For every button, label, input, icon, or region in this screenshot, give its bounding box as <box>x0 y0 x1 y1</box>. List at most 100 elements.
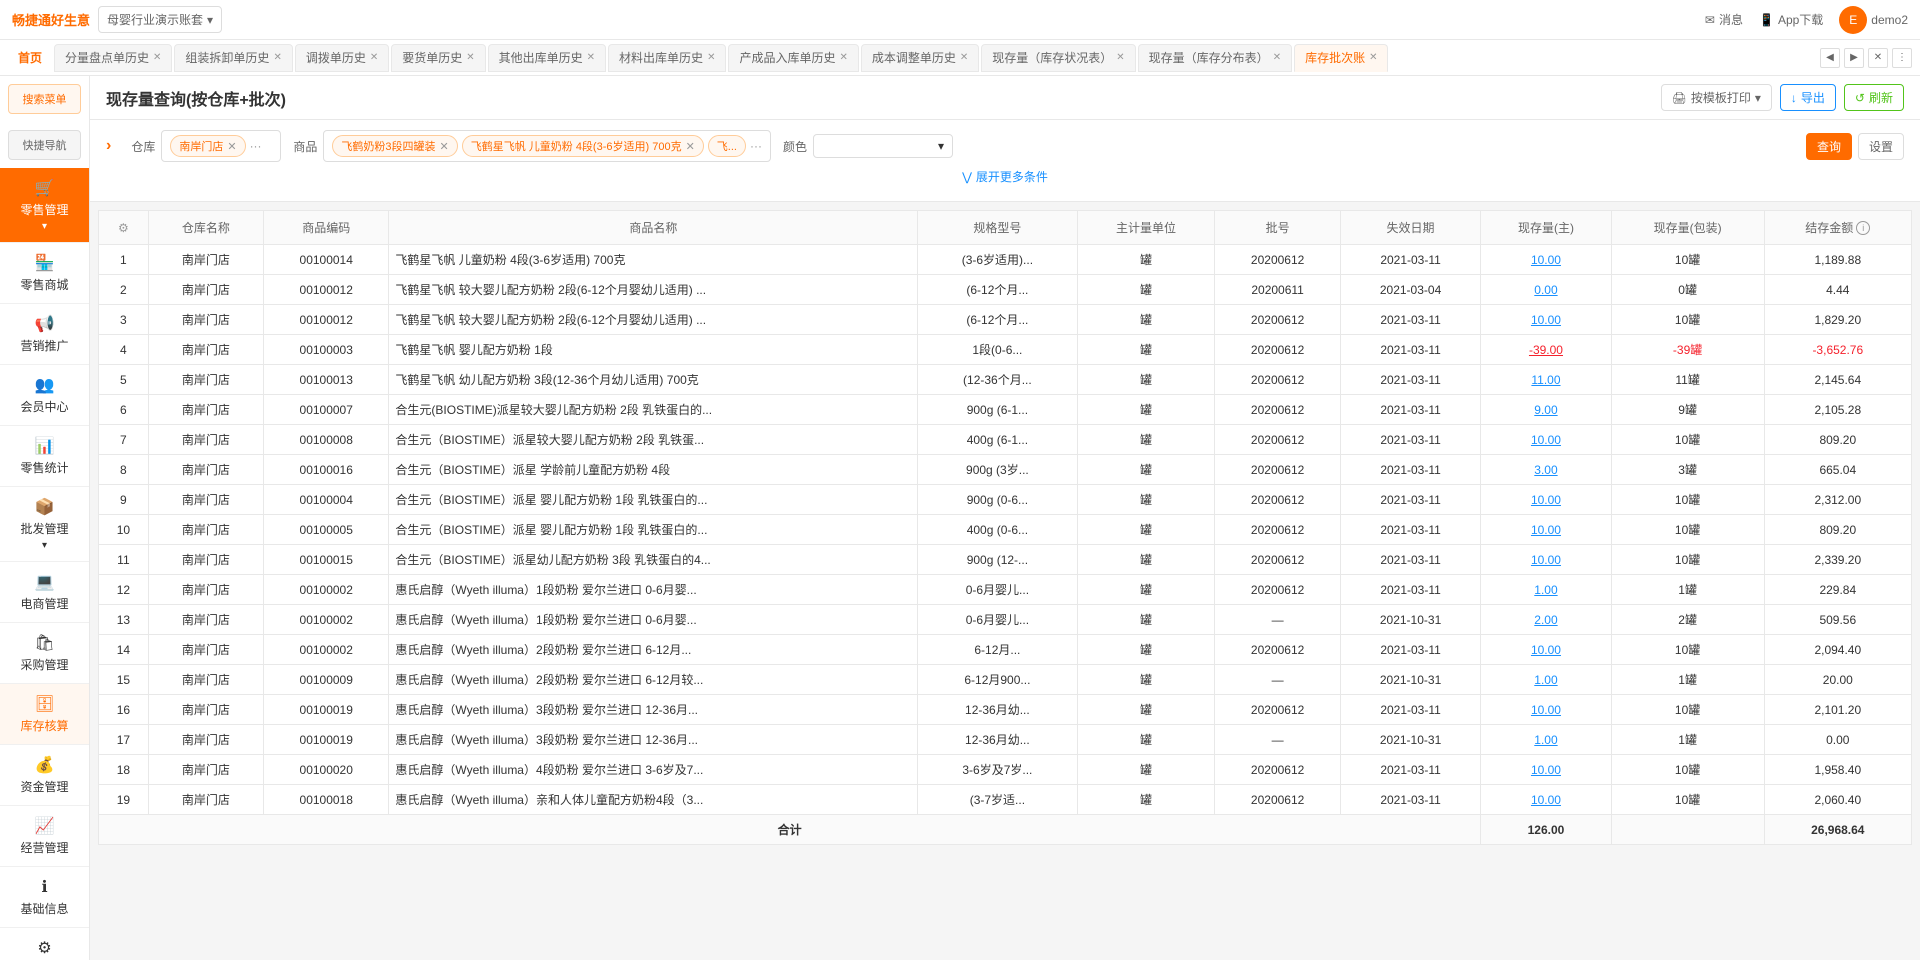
sidebar-item-shop[interactable]: 🏪 零售商城 <box>0 243 89 304</box>
tab-9[interactable]: 现存量（库存状况表） ✕ <box>981 44 1135 72</box>
row-qty-main[interactable]: 10.00 <box>1481 695 1611 725</box>
tab-11[interactable]: 库存批次账 ✕ <box>1294 44 1388 72</box>
close-tab-4[interactable]: ✕ <box>466 52 474 63</box>
sidebar-item-purchase[interactable]: 🛍 采购管理 <box>0 623 89 684</box>
close-tab-7[interactable]: ✕ <box>839 52 847 63</box>
sidebar-item-operations[interactable]: 📈 经营管理 <box>0 806 89 867</box>
row-qty-main[interactable]: 0.00 <box>1481 275 1611 305</box>
remove-warehouse-tag-1[interactable]: ✕ <box>227 140 236 153</box>
expand-conditions-btn[interactable]: ⋁ 展开更多条件 <box>112 168 1898 185</box>
row-qty-main[interactable]: 1.00 <box>1481 725 1611 755</box>
row-amount: 229.84 <box>1764 575 1911 605</box>
tab-6[interactable]: 材料出库单历史 ✕ <box>608 44 726 72</box>
expand-filter-btn[interactable]: › <box>106 137 111 155</box>
sidebar-item-finance[interactable]: 💰 资金管理 <box>0 745 89 806</box>
row-qty-main[interactable]: 10.00 <box>1481 485 1611 515</box>
row-qty-main[interactable]: 9.00 <box>1481 395 1611 425</box>
sidebar-item-member[interactable]: 👥 会员中心 <box>0 365 89 426</box>
close-tab-5[interactable]: ✕ <box>587 52 595 63</box>
remove-product-tag-1[interactable]: ✕ <box>439 140 448 153</box>
close-tab-8[interactable]: ✕ <box>960 52 968 63</box>
message-btn[interactable]: ✉ 消息 <box>1705 11 1743 28</box>
tab-3[interactable]: 调拨单历史 ✕ <box>295 44 389 72</box>
row-qty-main[interactable]: 10.00 <box>1481 425 1611 455</box>
sidebar-item-basic[interactable]: ℹ 基础信息 <box>0 867 89 928</box>
row-spec: 400g (6-1... <box>918 425 1077 455</box>
row-qty-main[interactable]: 2.00 <box>1481 605 1611 635</box>
filter-row: › 仓库 南岸门店 ✕ ··· 商品 飞鹤奶粉3段四罐 <box>106 130 1904 162</box>
color-input[interactable]: ▾ <box>813 134 953 158</box>
row-qty-main[interactable]: 10.00 <box>1481 305 1611 335</box>
tab-5[interactable]: 其他出库单历史 ✕ <box>488 44 606 72</box>
row-code: 00100007 <box>264 395 389 425</box>
print-btn[interactable]: 🖨 按模板打印 ▾ <box>1661 84 1772 111</box>
export-btn[interactable]: ↓ 导出 <box>1780 84 1836 111</box>
color-label: 颜色 <box>783 138 807 155</box>
close-tab-10[interactable]: ✕ <box>1273 52 1281 63</box>
row-qty-main[interactable]: 10.00 <box>1481 245 1611 275</box>
tab-8[interactable]: 成本调整单历史 ✕ <box>861 44 979 72</box>
query-btn[interactable]: 查询 <box>1806 133 1852 160</box>
warehouse-more[interactable]: ··· <box>250 139 262 153</box>
sidebar-item-marketing[interactable]: 📢 营销推广 <box>0 304 89 365</box>
row-qty-main[interactable]: 3.00 <box>1481 455 1611 485</box>
sidebar-item-label-stats: 零售统计 <box>20 459 68 476</box>
remove-product-tag-2[interactable]: ✕ <box>686 140 695 153</box>
row-expire: 2021-03-11 <box>1340 335 1481 365</box>
tab-1[interactable]: 分量盘点单历史 ✕ <box>54 44 172 72</box>
th-settings[interactable]: ⚙ <box>99 211 149 245</box>
tab-10[interactable]: 现存量（库存分布表） ✕ <box>1138 44 1292 72</box>
sidebar-item-inventory[interactable]: 🗄 库存核算 <box>0 684 89 745</box>
column-settings-icon[interactable]: ⚙ <box>118 221 129 235</box>
row-qty-main[interactable]: 11.00 <box>1481 365 1611 395</box>
quick-nav-btn[interactable]: 快捷导航 <box>8 130 81 160</box>
top-bar-left: 畅捷通好生意 母婴行业演示账套 ▾ <box>12 6 222 33</box>
workspace-selector[interactable]: 母婴行业演示账套 ▾ <box>98 6 222 33</box>
row-unit: 罐 <box>1077 485 1215 515</box>
tab-next-btn[interactable]: ▶ <box>1844 48 1864 68</box>
tab-4[interactable]: 要货单历史 ✕ <box>391 44 485 72</box>
row-expire: 2021-03-11 <box>1340 485 1481 515</box>
close-tab-2[interactable]: ✕ <box>273 52 281 63</box>
app-download-btn[interactable]: 📱 App下载 <box>1759 11 1823 28</box>
row-qty-main[interactable]: 1.00 <box>1481 665 1611 695</box>
search-menu-btn[interactable]: 搜索菜单 <box>8 84 81 114</box>
sidebar-item-stats[interactable]: 📊 零售统计 <box>0 426 89 487</box>
close-tab-1[interactable]: ✕ <box>153 52 161 63</box>
row-name: 惠氏启醇（Wyeth illuma）亲和人体儿童配方奶粉4段（3... <box>389 785 918 815</box>
user-area[interactable]: E demo2 <box>1839 6 1908 34</box>
row-qty-main[interactable]: 10.00 <box>1481 755 1611 785</box>
table-row: 13 南岸门店 00100002 惠氏启醇（Wyeth illuma）1段奶粉 … <box>99 605 1912 635</box>
product-more[interactable]: ··· <box>750 139 762 153</box>
sidebar-item-ecommerce[interactable]: 💻 电商管理 <box>0 562 89 623</box>
close-tab-6[interactable]: ✕ <box>707 52 715 63</box>
tab-home[interactable]: 首页 <box>8 44 52 72</box>
row-qty-main[interactable]: 10.00 <box>1481 785 1611 815</box>
refresh-btn[interactable]: ↺ 刷新 <box>1844 84 1904 111</box>
tab-prev-btn[interactable]: ◀ <box>1820 48 1840 68</box>
row-qty-main[interactable]: 10.00 <box>1481 635 1611 665</box>
sidebar-item-system[interactable]: ⚙ 系统管理 <box>0 928 89 960</box>
tab-2[interactable]: 组装拆卸单历史 ✕ <box>174 44 292 72</box>
row-qty-main[interactable]: 10.00 <box>1481 545 1611 575</box>
warehouse-input[interactable]: 南岸门店 ✕ ··· <box>161 130 281 162</box>
th-code: 商品编码 <box>264 211 389 245</box>
amount-info-icon[interactable]: i <box>1856 221 1870 235</box>
table-row: 7 南岸门店 00100008 合生元（BIOSTIME）派星较大婴儿配方奶粉 … <box>99 425 1912 455</box>
tab-close-btn[interactable]: ✕ <box>1868 48 1888 68</box>
sidebar-item-wholesale[interactable]: 📦 批发管理 ▾ <box>0 487 89 562</box>
row-batch: 20200612 <box>1215 755 1340 785</box>
tab-menu-btn[interactable]: ⋮ <box>1892 48 1912 68</box>
row-qty-main[interactable]: 10.00 <box>1481 515 1611 545</box>
row-unit: 罐 <box>1077 695 1215 725</box>
close-tab-11[interactable]: ✕ <box>1369 52 1377 63</box>
row-qty-main[interactable]: -39.00 <box>1481 335 1611 365</box>
row-batch: 20200612 <box>1215 335 1340 365</box>
sidebar-item-retail[interactable]: 🛒 零售管理 ▾ <box>0 168 89 243</box>
settings-btn[interactable]: 设置 <box>1858 133 1904 160</box>
row-qty-main[interactable]: 1.00 <box>1481 575 1611 605</box>
close-tab-3[interactable]: ✕ <box>370 52 378 63</box>
tab-7[interactable]: 产成品入库单历史 ✕ <box>728 44 858 72</box>
product-input[interactable]: 飞鹤奶粉3段四罐装 ✕ 飞鹤星飞帆 儿童奶粉 4段(3-6岁适用) 700克 ✕… <box>323 130 771 162</box>
close-tab-9[interactable]: ✕ <box>1116 52 1124 63</box>
